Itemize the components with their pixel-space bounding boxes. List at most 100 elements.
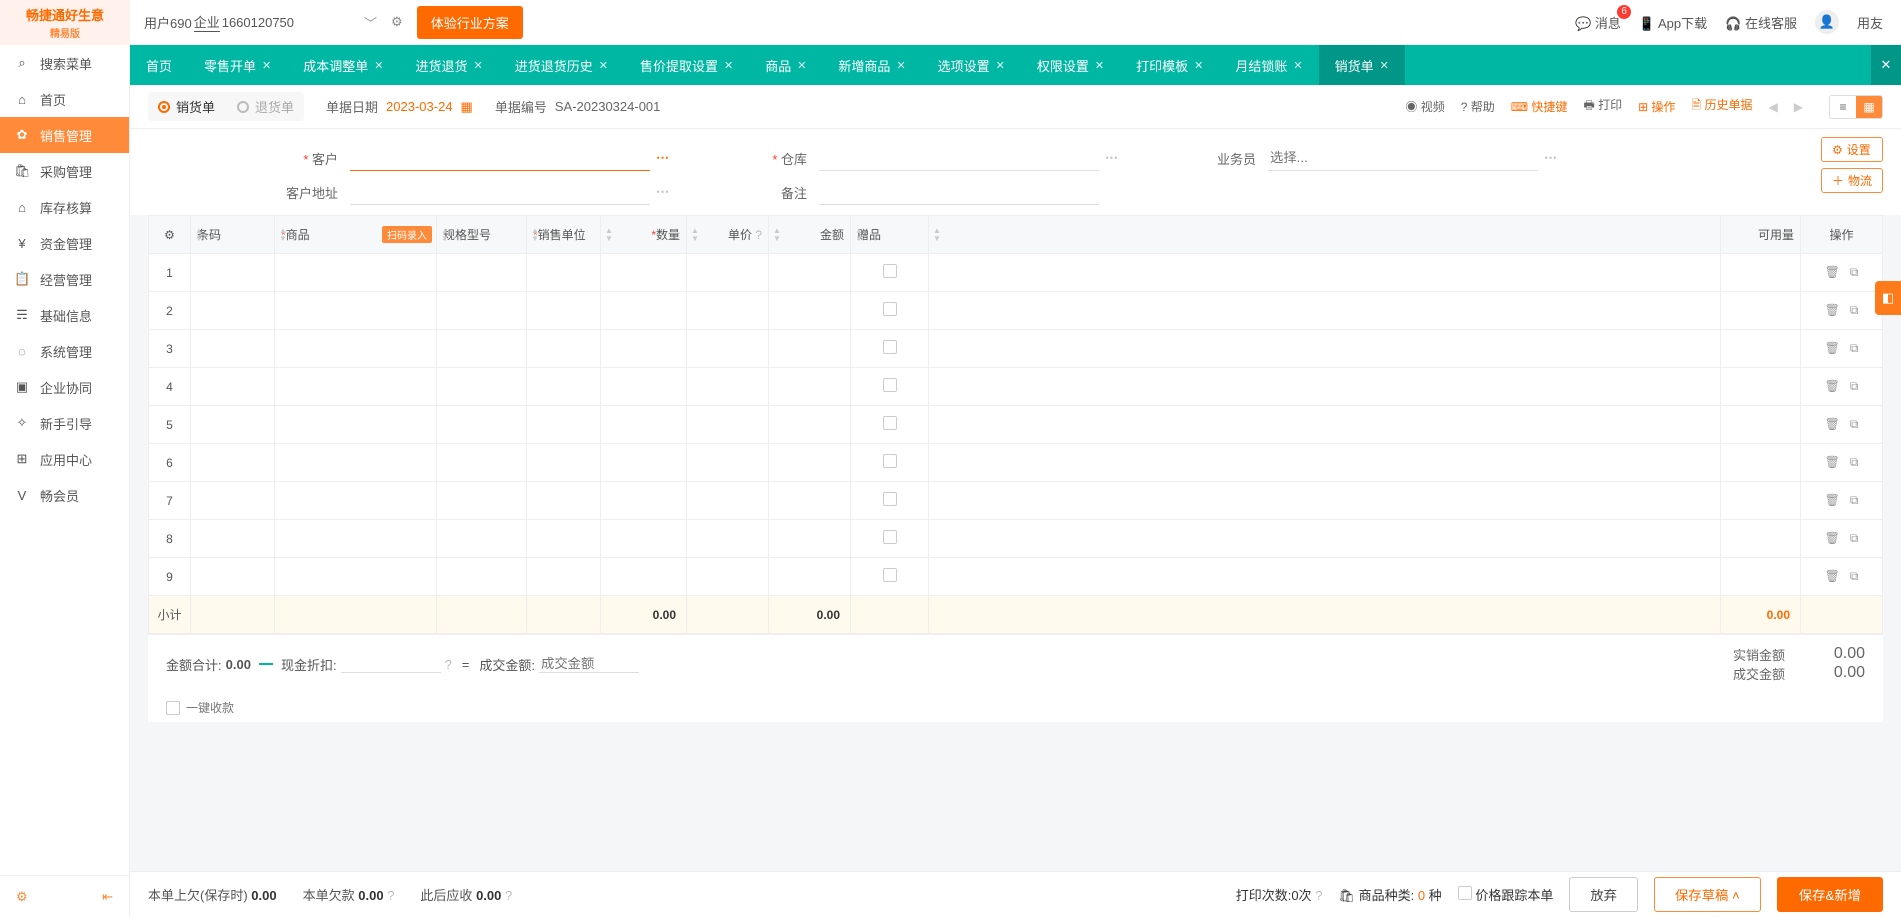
col-gear[interactable]: ⚙: [149, 216, 191, 254]
print-link[interactable]: 🖶 打印: [1583, 96, 1622, 117]
table-row[interactable]: 2🗑⧉: [149, 292, 1883, 330]
sidebar-item-2[interactable]: ✿销售管理: [0, 117, 129, 153]
sidebar-item-5[interactable]: ¥资金管理: [0, 225, 129, 261]
account-selector[interactable]: 用户690 企业 1660120750: [144, 12, 294, 32]
sidebar-item-3[interactable]: 🛍采购管理: [0, 153, 129, 189]
copy-icon[interactable]: ⧉: [1850, 265, 1859, 280]
close-icon[interactable]: ✕: [599, 59, 608, 72]
table-row[interactable]: 8🗑⧉: [149, 520, 1883, 558]
remark-input[interactable]: [819, 179, 1099, 205]
tab-7[interactable]: 新增商品✕: [822, 45, 921, 85]
copy-icon[interactable]: ⧉: [1850, 569, 1859, 584]
warehouse-input[interactable]: [819, 145, 1099, 171]
logistics-button[interactable]: ＋物流: [1821, 168, 1883, 193]
address-lookup-icon[interactable]: ⋯: [656, 184, 669, 200]
salesman-input[interactable]: [1268, 145, 1538, 171]
copy-icon[interactable]: ⧉: [1850, 417, 1859, 432]
copy-icon[interactable]: ⧉: [1850, 341, 1859, 356]
sidebar-item-0[interactable]: ⌕搜索菜单: [0, 45, 129, 81]
discard-button[interactable]: 放弃: [1569, 877, 1638, 912]
avatar[interactable]: 👤: [1815, 10, 1839, 34]
sidebar-item-10[interactable]: ✧新手引导: [0, 405, 129, 441]
history-link[interactable]: 🗎 历史单据: [1692, 96, 1753, 117]
gift-checkbox[interactable]: [883, 302, 897, 316]
copy-icon[interactable]: ⧉: [1850, 379, 1859, 394]
table-row[interactable]: 4🗑⧉: [149, 368, 1883, 406]
close-icon[interactable]: ✕: [1293, 59, 1302, 72]
sidebar-item-12[interactable]: V畅会员: [0, 477, 129, 513]
radio-return[interactable]: [237, 101, 249, 113]
gift-checkbox[interactable]: [883, 492, 897, 506]
calendar-icon[interactable]: ▦: [461, 99, 473, 115]
delete-icon[interactable]: 🗑: [1825, 569, 1840, 584]
table-row[interactable]: 1🗑⧉: [149, 254, 1883, 292]
draft-button[interactable]: 保存草稿 ˄: [1654, 877, 1761, 912]
chevron-down-icon[interactable]: ﹀: [364, 13, 377, 32]
delete-icon[interactable]: 🗑: [1825, 341, 1840, 356]
help-link[interactable]: ? 帮助: [1461, 98, 1495, 115]
track-checkbox[interactable]: [1458, 886, 1472, 900]
tab-5[interactable]: 售价提取设置✕: [624, 45, 749, 85]
copy-icon[interactable]: ⧉: [1850, 303, 1859, 318]
copy-icon[interactable]: ⧉: [1850, 531, 1859, 546]
col-price[interactable]: ▲▼单价 ?: [687, 216, 769, 254]
copy-icon[interactable]: ⧉: [1850, 455, 1859, 470]
tab-11[interactable]: 月结锁账✕: [1219, 45, 1318, 85]
close-all-tabs[interactable]: ✕: [1871, 45, 1901, 85]
table-row[interactable]: 3🗑⧉: [149, 330, 1883, 368]
gift-checkbox[interactable]: [883, 378, 897, 392]
account-link[interactable]: 企业: [194, 12, 220, 32]
view-list[interactable]: ≡: [1830, 96, 1856, 118]
tab-9[interactable]: 权限设置✕: [1021, 45, 1120, 85]
address-input[interactable]: [350, 179, 650, 205]
col-qty[interactable]: ▲▼*数量: [601, 216, 687, 254]
gift-checkbox[interactable]: [883, 454, 897, 468]
scan-tag[interactable]: 扫码录入: [382, 226, 432, 243]
close-icon[interactable]: ✕: [996, 59, 1005, 72]
close-icon[interactable]: ✕: [262, 59, 271, 72]
sidebar-item-8[interactable]: ◌系统管理: [0, 333, 129, 369]
tab-12[interactable]: 销货单✕: [1319, 45, 1405, 85]
one-click-checkbox[interactable]: [166, 701, 180, 715]
gift-checkbox[interactable]: [883, 416, 897, 430]
tab-0[interactable]: 首页: [130, 45, 188, 85]
col-unit[interactable]: ▲▼*销售单位: [527, 216, 601, 254]
tab-8[interactable]: 选项设置✕: [922, 45, 1021, 85]
operate-link[interactable]: ⊞ 操作: [1638, 98, 1675, 115]
tab-6[interactable]: 商品✕: [749, 45, 822, 85]
delete-icon[interactable]: 🗑: [1825, 303, 1840, 318]
col-gift[interactable]: ▲▼赠品: [851, 216, 929, 254]
gift-checkbox[interactable]: [883, 264, 897, 278]
close-icon[interactable]: ✕: [724, 59, 733, 72]
doc-date[interactable]: 2023-03-24: [386, 99, 453, 114]
table-row[interactable]: 6🗑⧉: [149, 444, 1883, 482]
gift-checkbox[interactable]: [883, 568, 897, 582]
collapse-icon[interactable]: ⇤: [102, 889, 113, 905]
close-icon[interactable]: ✕: [797, 59, 806, 72]
table-row[interactable]: 9🗑⧉: [149, 558, 1883, 596]
sidebar-item-11[interactable]: ⊞应用中心: [0, 441, 129, 477]
col-spec[interactable]: ▲▼规格型号: [437, 216, 527, 254]
tab-4[interactable]: 进货退货历史✕: [499, 45, 624, 85]
sidebar-item-6[interactable]: 📋经营管理: [0, 261, 129, 297]
col-product[interactable]: ▲▼*商品扫码录入: [275, 216, 437, 254]
help-icon[interactable]: ?: [445, 657, 452, 672]
next-doc-icon[interactable]: ▶: [1794, 100, 1803, 114]
sidebar-item-4[interactable]: ⌂库存核算: [0, 189, 129, 225]
delete-icon[interactable]: 🗑: [1825, 265, 1840, 280]
close-icon[interactable]: ✕: [374, 59, 383, 72]
gear-icon[interactable]: ⚙: [391, 14, 403, 30]
delete-icon[interactable]: 🗑: [1825, 531, 1840, 546]
setting-button[interactable]: ⚙设置: [1821, 137, 1883, 162]
tab-3[interactable]: 进货退货✕: [399, 45, 498, 85]
radio-sale[interactable]: [158, 101, 170, 113]
close-icon[interactable]: ✕: [1194, 59, 1203, 72]
col-barcode[interactable]: ▲▼条码: [191, 216, 275, 254]
shortcut-link[interactable]: ⌨ 快捷键: [1511, 98, 1568, 115]
sidebar-item-7[interactable]: ☴基础信息: [0, 297, 129, 333]
close-icon[interactable]: ✕: [896, 59, 905, 72]
save-button[interactable]: 保存&新增: [1777, 877, 1883, 912]
tab-1[interactable]: 零售开单✕: [188, 45, 287, 85]
tab-2[interactable]: 成本调整单✕: [287, 45, 399, 85]
floating-panel-toggle[interactable]: ◧: [1875, 281, 1901, 315]
